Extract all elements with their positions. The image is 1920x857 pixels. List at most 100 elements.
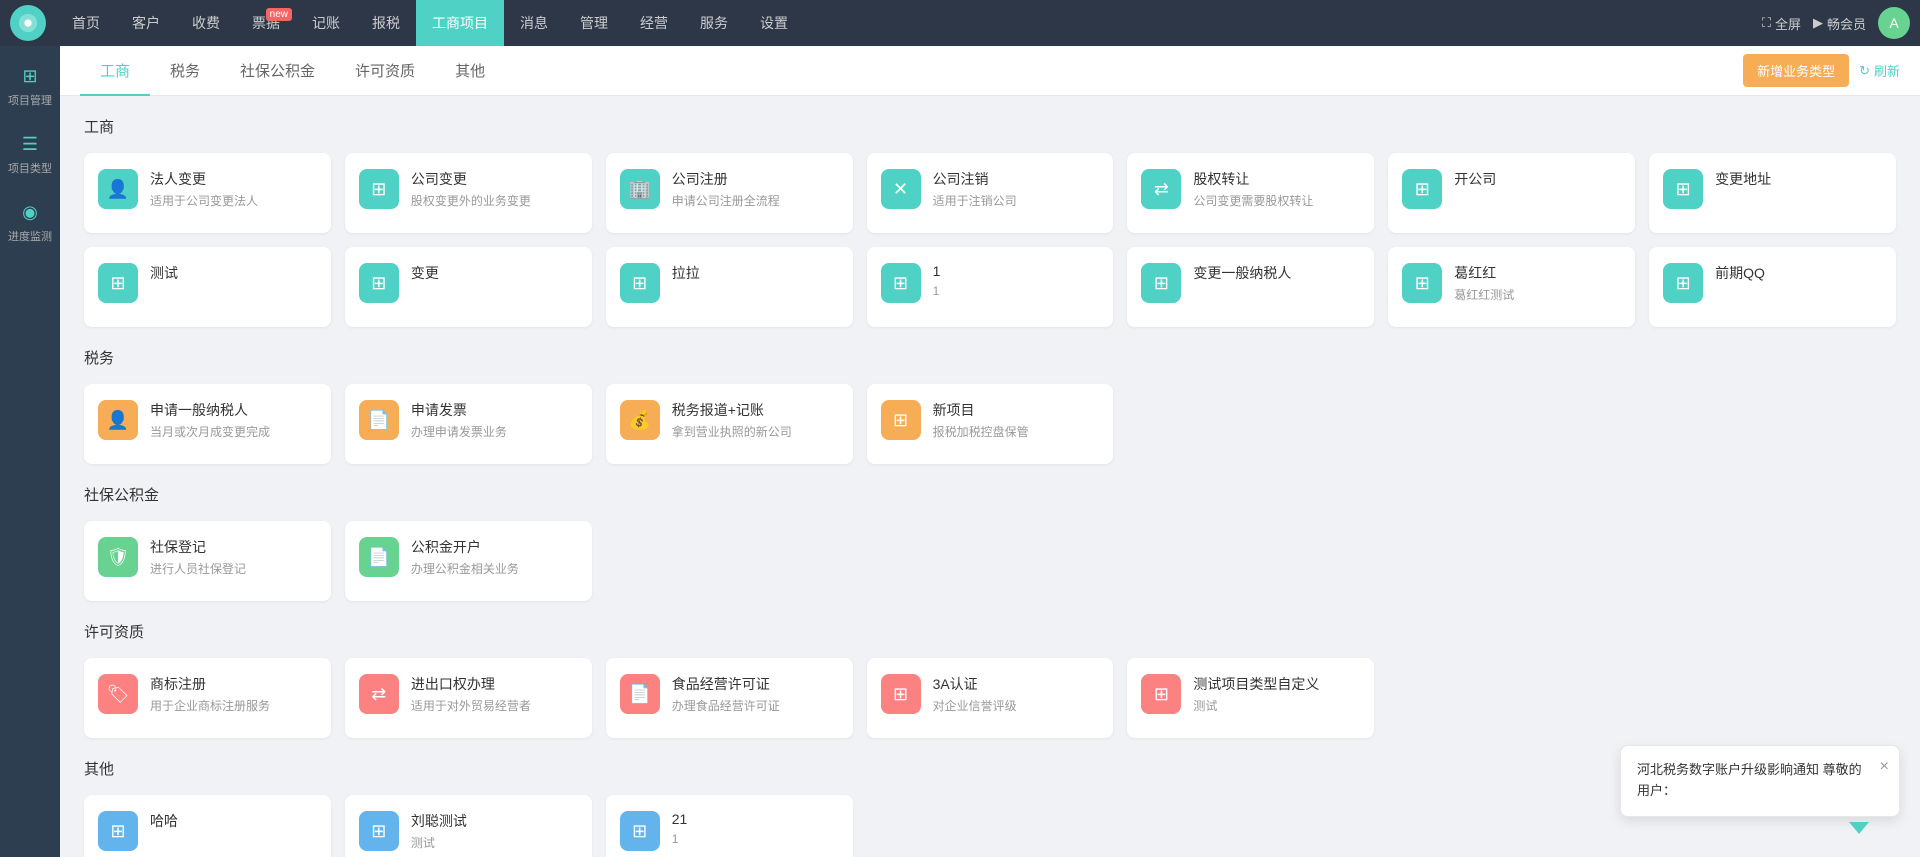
refresh-button[interactable]: ↻刷新 bbox=[1859, 61, 1900, 80]
sidebar-item-项目类型[interactable]: ☰项目类型 bbox=[4, 124, 56, 184]
card-name-进出口权办理: 进出口权办理 bbox=[411, 674, 578, 694]
card-icon-公司注册: 🏢 bbox=[620, 169, 660, 209]
sub-tab-工商[interactable]: 工商 bbox=[80, 46, 150, 96]
sidebar-icon-进度监测: ◉ bbox=[18, 200, 42, 224]
card-商标注册[interactable]: 🏷商标注册用于企业商标注册服务 bbox=[84, 658, 331, 738]
card-icon-开公司: ⊞ bbox=[1402, 169, 1442, 209]
new-type-button[interactable]: 新增业务类型 bbox=[1743, 54, 1849, 87]
card-icon-股权转让: ⇄ bbox=[1141, 169, 1181, 209]
sub-tab-许可资质[interactable]: 许可资质 bbox=[335, 46, 435, 96]
card-desc-3A认证: 对企业信誉评级 bbox=[933, 698, 1100, 715]
nav-right: ⛶ 全屏 ▶ 畅会员 A bbox=[1762, 7, 1910, 39]
card-name-变更一般纳税人: 变更一般纳税人 bbox=[1193, 263, 1360, 283]
card-21[interactable]: ⊞211 bbox=[606, 795, 853, 857]
card-进出口权办理[interactable]: ⇄ 进出口权办理适用于对外贸易经营者 bbox=[345, 658, 592, 738]
card-食品经营许可证[interactable]: 📄食品经营许可证办理食品经营许可证 bbox=[606, 658, 853, 738]
card-icon-公司变更: ⊞ bbox=[359, 169, 399, 209]
card-name-公积金开户: 公积金开户 bbox=[411, 537, 578, 557]
card-info-税务报道+记账: 税务报道+记账拿到营业执照的新公司 bbox=[672, 400, 839, 441]
card-info-前期QQ: 前期QQ bbox=[1715, 263, 1882, 287]
card-name-测试: 测试 bbox=[150, 263, 317, 283]
card-前期QQ[interactable]: ⊞前期QQ bbox=[1649, 247, 1896, 327]
card-申请发票[interactable]: 📄申请发票办理申请发票业务 bbox=[345, 384, 592, 464]
card-拉拉[interactable]: ⊞拉拉 bbox=[606, 247, 853, 327]
avatar[interactable]: A bbox=[1878, 7, 1910, 39]
nav-item-首页[interactable]: 首页 bbox=[56, 0, 116, 46]
refresh-icon: ↻ bbox=[1859, 63, 1870, 79]
card-变更[interactable]: ⊞变更 bbox=[345, 247, 592, 327]
card-开公司[interactable]: ⊞ 开公司 bbox=[1388, 153, 1635, 233]
card-name-食品经营许可证: 食品经营许可证 bbox=[672, 674, 839, 694]
card-name-公司注销: 公司注销 bbox=[933, 169, 1100, 189]
card-info-测试: 测试 bbox=[150, 263, 317, 287]
card-葛红红[interactable]: ⊞葛红红葛红红测试 bbox=[1388, 247, 1635, 327]
card-刘聪测试[interactable]: ⊞刘聪测试测试 bbox=[345, 795, 592, 857]
card-info-开公司: 开公司 bbox=[1454, 169, 1621, 193]
card-info-股权转让: 股权转让公司变更需要股权转让 bbox=[1193, 169, 1360, 210]
card-info-商标注册: 商标注册用于企业商标注册服务 bbox=[150, 674, 317, 715]
card-desc-公司注册: 申请公司注册全流程 bbox=[672, 193, 839, 210]
card-公司注册[interactable]: 🏢公司注册申请公司注册全流程 bbox=[606, 153, 853, 233]
nav-item-记账[interactable]: 记账 bbox=[296, 0, 356, 46]
card-name-法人变更: 法人变更 bbox=[150, 169, 317, 189]
nav-item-客户[interactable]: 客户 bbox=[116, 0, 176, 46]
card-name-测试项目类型自定义: 测试项目类型自定义 bbox=[1193, 674, 1360, 694]
card-税务报道+记账[interactable]: 💰税务报道+记账拿到营业执照的新公司 bbox=[606, 384, 853, 464]
nav-item-收费[interactable]: 收费 bbox=[176, 0, 236, 46]
nav-item-报税[interactable]: 报税 bbox=[356, 0, 416, 46]
cards-grid-工商: 👤法人变更适用于公司变更法人⊞公司变更股权变更外的业务变更🏢公司注册申请公司注册… bbox=[84, 153, 1896, 327]
card-1[interactable]: ⊞11 bbox=[867, 247, 1114, 327]
card-哈哈[interactable]: ⊞哈哈 bbox=[84, 795, 331, 857]
card-申请一般纳税人[interactable]: 👤申请一般纳税人当月或次月成变更完成 bbox=[84, 384, 331, 464]
nav-item-消息[interactable]: 消息 bbox=[504, 0, 564, 46]
tab-actions: 新增业务类型 ↻刷新 bbox=[1743, 54, 1900, 87]
card-公司变更[interactable]: ⊞公司变更股权变更外的业务变更 bbox=[345, 153, 592, 233]
nav-item-票据[interactable]: 票据new bbox=[236, 0, 296, 46]
card-desc-1: 1 bbox=[933, 283, 1100, 300]
sidebar-label-项目类型: 项目类型 bbox=[8, 160, 52, 176]
card-icon-哈哈: ⊞ bbox=[98, 811, 138, 851]
sub-tab-其他[interactable]: 其他 bbox=[435, 46, 505, 96]
card-社保登记[interactable]: 🛡社保登记进行人员社保登记 bbox=[84, 521, 331, 601]
nav-item-服务[interactable]: 服务 bbox=[684, 0, 744, 46]
logo[interactable] bbox=[10, 5, 46, 41]
nav-item-工商项目[interactable]: 工商项目 bbox=[416, 0, 504, 46]
card-name-税务报道+记账: 税务报道+记账 bbox=[672, 400, 839, 420]
card-name-1: 1 bbox=[933, 263, 1100, 279]
notification-close-btn[interactable]: × bbox=[1880, 754, 1889, 780]
card-变更一般纳税人[interactable]: ⊞变更一般纳税人 bbox=[1127, 247, 1374, 327]
card-股权转让[interactable]: ⇄ 股权转让公司变更需要股权转让 bbox=[1127, 153, 1374, 233]
card-desc-社保登记: 进行人员社保登记 bbox=[150, 561, 317, 578]
cards-grid-社保公积金: 🛡社保登记进行人员社保登记📄公积金开户办理公积金相关业务 bbox=[84, 521, 1896, 601]
card-icon-新项目: ⊞ bbox=[881, 400, 921, 440]
card-desc-刘聪测试: 测试 bbox=[411, 835, 578, 852]
content-area: 工商税务社保公积金许可资质其他新增业务类型↻刷新 工商👤法人变更适用于公司变更法… bbox=[60, 46, 1920, 857]
card-info-拉拉: 拉拉 bbox=[672, 263, 839, 287]
card-3A认证[interactable]: ⊞3A认证对企业信誉评级 bbox=[867, 658, 1114, 738]
sub-tabs: 工商税务社保公积金许可资质其他 新增业务类型 ↻刷新 bbox=[60, 46, 1920, 96]
nav-item-管理[interactable]: 管理 bbox=[564, 0, 624, 46]
card-公积金开户[interactable]: 📄公积金开户办理公积金相关业务 bbox=[345, 521, 592, 601]
member-btn[interactable]: ▶ 畅会员 bbox=[1813, 14, 1866, 33]
card-法人变更[interactable]: 👤法人变更适用于公司变更法人 bbox=[84, 153, 331, 233]
nav-item-经营[interactable]: 经营 bbox=[624, 0, 684, 46]
card-测试项目类型自定义[interactable]: ⊞测试项目类型自定义测试 bbox=[1127, 658, 1374, 738]
card-info-1: 11 bbox=[933, 263, 1100, 300]
card-公司注销[interactable]: ✕公司注销适用于注销公司 bbox=[867, 153, 1114, 233]
sidebar-item-进度监测[interactable]: ◉进度监测 bbox=[4, 192, 56, 252]
sub-tab-税务[interactable]: 税务 bbox=[150, 46, 220, 96]
card-desc-进出口权办理: 适用于对外贸易经营者 bbox=[411, 698, 578, 715]
card-变更地址[interactable]: ⊞变更地址 bbox=[1649, 153, 1896, 233]
nav-badge-new: new bbox=[266, 8, 292, 21]
card-icon-变更: ⊞ bbox=[359, 263, 399, 303]
card-desc-法人变更: 适用于公司变更法人 bbox=[150, 193, 317, 210]
sidebar-item-项目管理[interactable]: ⊞项目管理 bbox=[4, 56, 56, 116]
card-新项目[interactable]: ⊞新项目报税加税控盘保管 bbox=[867, 384, 1114, 464]
sub-tab-社保公积金[interactable]: 社保公积金 bbox=[220, 46, 335, 96]
fullscreen-btn[interactable]: ⛶ 全屏 bbox=[1762, 14, 1801, 33]
card-icon-进出口权办理: ⇄ bbox=[359, 674, 399, 714]
nav-item-设置[interactable]: 设置 bbox=[744, 0, 804, 46]
card-info-公积金开户: 公积金开户办理公积金相关业务 bbox=[411, 537, 578, 578]
card-desc-公司注销: 适用于注销公司 bbox=[933, 193, 1100, 210]
card-测试[interactable]: ⊞测试 bbox=[84, 247, 331, 327]
